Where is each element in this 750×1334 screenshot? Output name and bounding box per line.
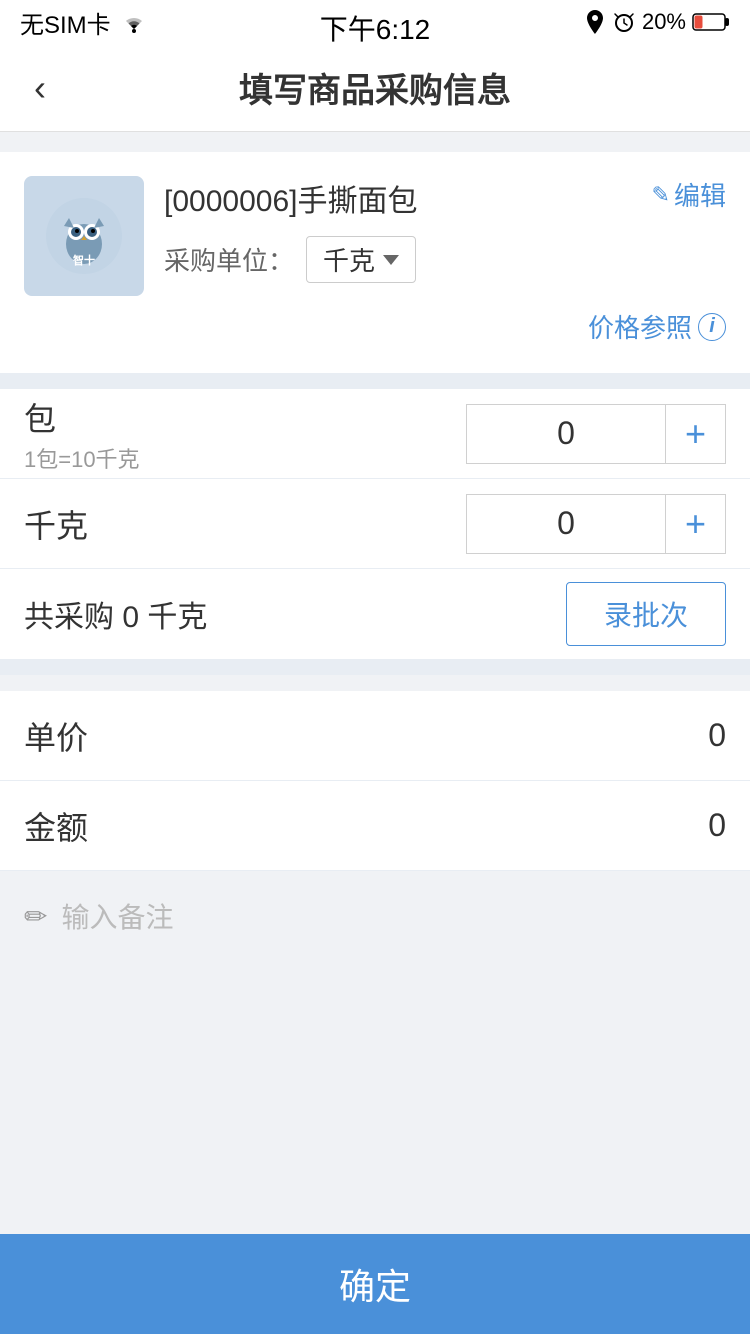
status-bar: 无SIM卡 下午6:12 20% xyxy=(0,0,750,44)
unit-price-label: 单价 xyxy=(24,713,88,759)
status-right: 20% xyxy=(584,9,730,35)
total-value: 0 xyxy=(122,601,139,634)
section-divider-1 xyxy=(0,373,750,389)
amount-row: 金额 0 xyxy=(0,781,750,871)
info-icon: i xyxy=(698,313,726,341)
unit-row: 采购单位： 千克 xyxy=(164,236,726,283)
product-top-row: 智十 [0000006]手撕面包 ✎ 编辑 采购单位： 千克 xyxy=(24,176,726,296)
chevron-down-icon xyxy=(383,255,399,265)
status-left: 无SIM卡 xyxy=(20,5,149,40)
unit-select[interactable]: 千克 xyxy=(306,236,416,283)
kg-plus-button[interactable]: + xyxy=(666,494,726,554)
owl-logo: 智十 xyxy=(44,196,124,276)
product-card: 智十 [0000006]手撕面包 ✎ 编辑 采购单位： 千克 xyxy=(0,152,750,373)
bag-sub-label: 1包=10千克 xyxy=(24,442,204,474)
svg-text:智十: 智十 xyxy=(73,253,95,267)
remark-section[interactable]: ✏ 输入备注 xyxy=(0,871,750,961)
total-text: 共采购 0 千克 xyxy=(24,592,207,636)
confirm-button[interactable]: 确定 xyxy=(0,1234,750,1334)
input-section: 包 1包=10千克 + 千克 + xyxy=(0,389,750,569)
bag-label-group: 包 1包=10千克 xyxy=(24,394,204,474)
bag-plus-button[interactable]: + xyxy=(666,404,726,464)
amount-label: 金额 xyxy=(24,803,88,849)
kg-number-input[interactable] xyxy=(466,494,666,554)
alarm-icon xyxy=(612,9,636,35)
price-section: 单价 0 金额 0 xyxy=(0,691,750,871)
total-row: 共采购 0 千克 录批次 xyxy=(0,569,750,659)
batch-button[interactable]: 录批次 xyxy=(566,582,726,646)
product-name: [0000006]手撕面包 xyxy=(164,176,417,220)
back-button[interactable]: ‹ xyxy=(24,57,56,119)
product-image: 智十 xyxy=(24,176,144,296)
page-title: 填写商品采购信息 xyxy=(239,63,511,112)
bag-number-input[interactable] xyxy=(466,404,666,464)
edit-button[interactable]: ✎ 编辑 xyxy=(652,176,726,213)
location-icon xyxy=(584,9,606,35)
edit-pencil-icon: ✎ xyxy=(652,182,670,208)
kg-label-group: 千克 xyxy=(24,501,204,547)
unit-label: 采购单位： xyxy=(164,241,294,278)
remark-input[interactable]: 输入备注 xyxy=(61,896,173,936)
kg-input-row: 千克 + xyxy=(0,479,750,569)
kg-input-control: + xyxy=(466,494,726,554)
section-divider-2 xyxy=(0,659,750,675)
battery-icon xyxy=(692,12,730,32)
unit-price-row: 单价 0 xyxy=(0,691,750,781)
kg-main-label: 千克 xyxy=(24,501,204,547)
pencil-icon: ✏ xyxy=(24,900,47,933)
price-reference-link[interactable]: 价格参照 i xyxy=(588,308,726,345)
battery-text: 20% xyxy=(642,9,686,35)
status-time: 下午6:12 xyxy=(320,8,431,48)
product-info: [0000006]手撕面包 ✎ 编辑 采购单位： 千克 xyxy=(164,176,726,283)
bottom-space xyxy=(0,961,750,1261)
bag-input-row: 包 1包=10千克 + xyxy=(0,389,750,479)
unit-price-value: 0 xyxy=(708,717,726,754)
wifi-icon xyxy=(119,11,149,33)
nav-bar: ‹ 填写商品采购信息 xyxy=(0,44,750,132)
carrier-text: 无SIM卡 xyxy=(20,5,111,40)
amount-value: 0 xyxy=(708,807,726,844)
bag-main-label: 包 xyxy=(24,394,204,440)
bag-input-control: + xyxy=(466,404,726,464)
